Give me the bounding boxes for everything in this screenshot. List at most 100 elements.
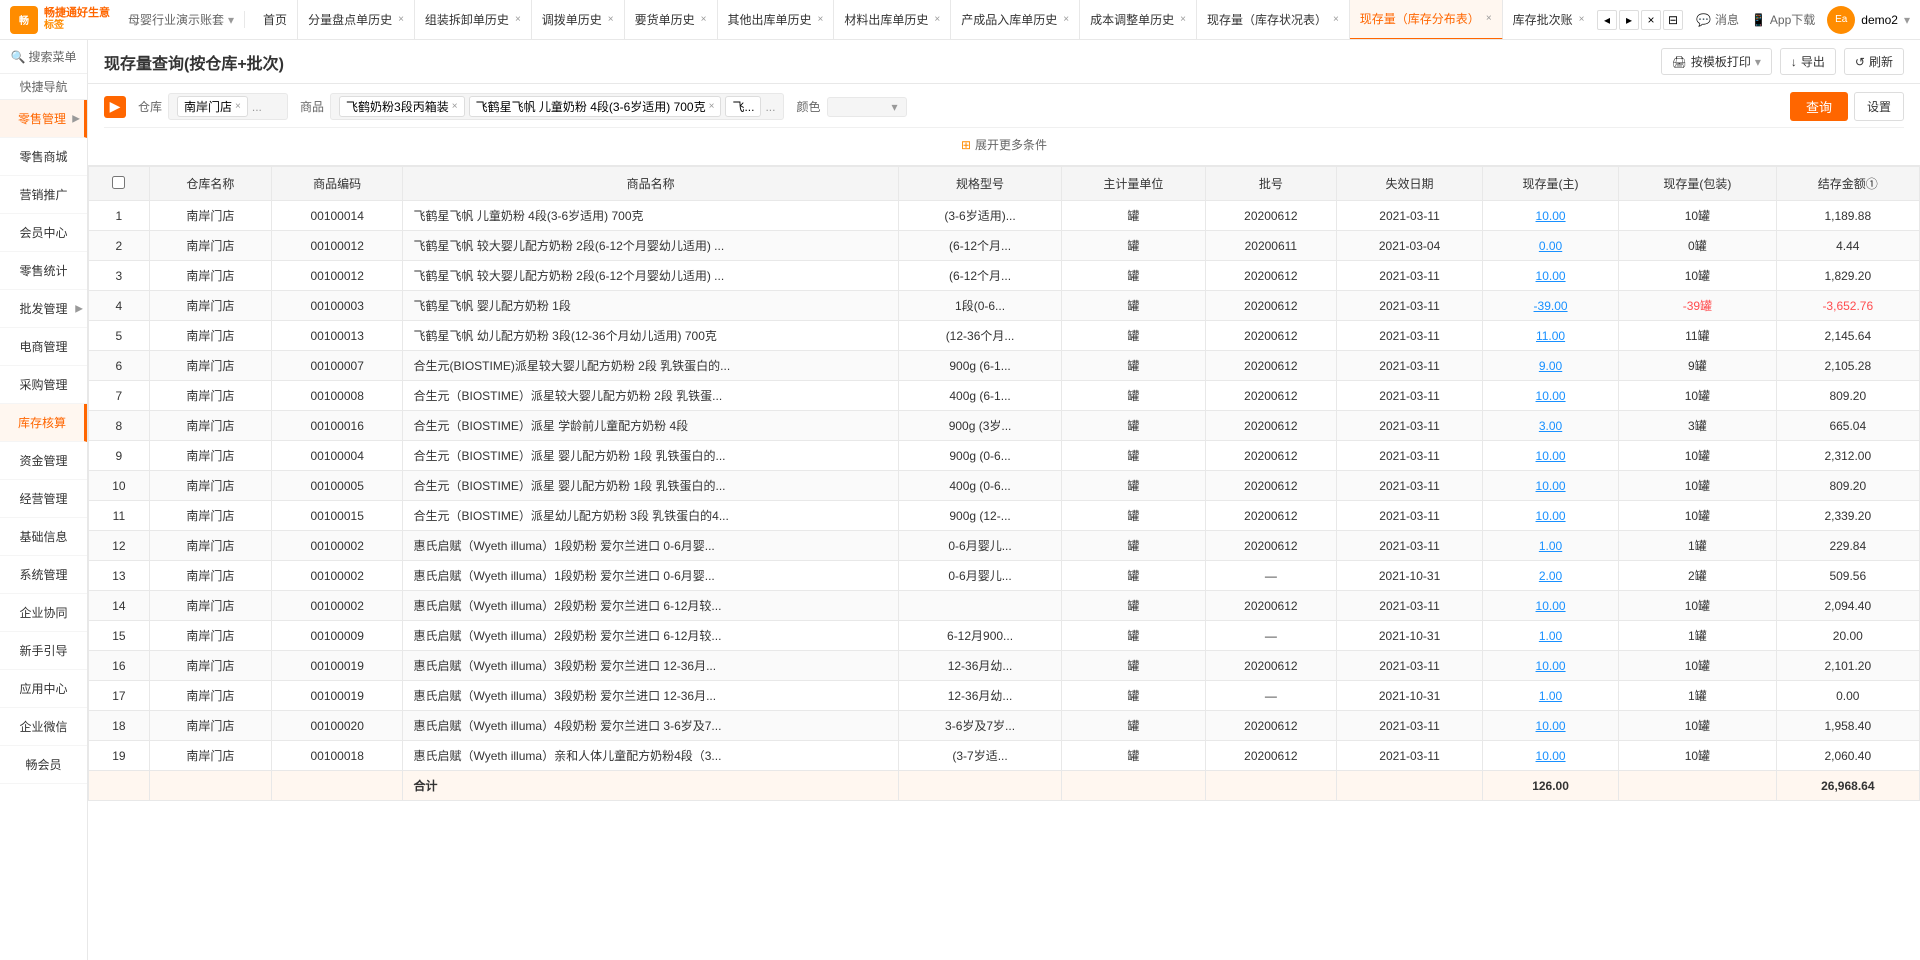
setting-button[interactable]: 设置 (1854, 92, 1904, 121)
cell-qty-main[interactable]: 1.00 (1482, 531, 1618, 561)
cell-qty-main[interactable]: 10.00 (1482, 201, 1618, 231)
cell-qty-main[interactable]: 10.00 (1482, 501, 1618, 531)
cell-qty-main[interactable]: 1.00 (1482, 681, 1618, 711)
warehouse-tag-close[interactable]: × (235, 101, 241, 112)
cell-qty-main[interactable]: 10.00 (1482, 261, 1618, 291)
print-icon: 🖨 (1672, 55, 1687, 69)
sidebar-item-purchase[interactable]: 采购管理 (0, 366, 87, 404)
cell-qty-main[interactable]: 1.00 (1482, 621, 1618, 651)
product-tag-2-close[interactable]: × (709, 101, 715, 112)
sidebar-item-member2[interactable]: 畅会员 (0, 746, 87, 784)
sidebar-search[interactable]: 🔍 搜索菜单 (0, 40, 87, 74)
warehouse-selector[interactable]: 母婴行业演示账套 ▾ (118, 11, 245, 28)
tab-chengpin[interactable]: 产成品入库单历史 × (951, 0, 1080, 39)
cell-spec: 0-6月婴儿... (898, 561, 1061, 591)
tab-close-fenpan[interactable]: × (398, 14, 404, 25)
product-tag-group[interactable]: 飞鹤奶粉3段丙箱装 × 飞鹤星飞帆 儿童奶粉 4段(3-6岁适用) 700克 ×… (330, 93, 784, 120)
sidebar-item-enterprise[interactable]: 企业协同 (0, 594, 87, 632)
cell-qty-main[interactable]: 3.00 (1482, 411, 1618, 441)
tab-yaohuo[interactable]: 要货单历史 × (625, 0, 718, 39)
cell-spec: (6-12个月... (898, 261, 1061, 291)
tab-xiancun1[interactable]: 现存量（库存状况表） × (1197, 0, 1350, 39)
export-btn[interactable]: ↓ 导出 (1780, 48, 1836, 75)
tab-prev-btn[interactable]: ◂ (1597, 10, 1617, 30)
tab-close-xiancun1[interactable]: × (1333, 14, 1339, 25)
tab-close-diaob[interactable]: × (608, 14, 614, 25)
table-row: 7 南岸门店 00100008 合生元（BIOSTIME）派星较大婴儿配方奶粉 … (89, 381, 1920, 411)
tab-pici[interactable]: 库存批次账 × (1503, 0, 1584, 39)
sidebar-item-guide[interactable]: 新手引导 (0, 632, 87, 670)
sidebar-item-wechat[interactable]: 企业微信 (0, 708, 87, 746)
tab-close-cailiao[interactable]: × (934, 14, 940, 25)
cell-no: 4 (89, 291, 150, 321)
cell-qty-main[interactable]: 10.00 (1482, 441, 1618, 471)
warehouse-tag-group[interactable]: 南岸门店 × ... (168, 93, 288, 120)
cell-code: 00100014 (271, 201, 403, 231)
cell-name: 合生元（BIOSTIME）派星 婴儿配方奶粉 1段 乳铁蛋白的... (403, 471, 898, 501)
cell-qty-pkg: 0罐 (1619, 231, 1776, 261)
product-filter-more[interactable]: ... (765, 100, 775, 114)
cell-qty-main[interactable]: 10.00 (1482, 741, 1618, 771)
sidebar-quick-nav[interactable]: 快捷导航 (0, 74, 87, 100)
tab-cailiao[interactable]: 材料出库单历史 × (834, 0, 951, 39)
sidebar-item-inventory[interactable]: 库存核算 (0, 404, 87, 442)
tab-close-chengpin[interactable]: × (1063, 14, 1069, 25)
query-button[interactable]: 查询 (1790, 92, 1848, 121)
sidebar-item-wholesale[interactable]: 批发管理 ▶ (0, 290, 87, 328)
tab-close-qitachu[interactable]: × (818, 14, 824, 25)
sidebar-item-operations[interactable]: 经营管理 (0, 480, 87, 518)
cell-qty-main[interactable]: 10.00 (1482, 651, 1618, 681)
cell-qty-main[interactable]: 10.00 (1482, 591, 1618, 621)
tab-menu-btn[interactable]: ⊟ (1663, 10, 1683, 30)
warehouse-filter-more[interactable]: ... (252, 100, 262, 114)
product-tag-more: 飞... (725, 96, 761, 117)
print-btn[interactable]: 🖨 按模板打印 ▾ (1661, 48, 1772, 75)
cell-qty-pkg: 10罐 (1619, 201, 1776, 231)
cell-qty-main[interactable]: 10.00 (1482, 471, 1618, 501)
tab-close-zuhe[interactable]: × (515, 14, 521, 25)
sidebar-item-member[interactable]: 会员中心 (0, 214, 87, 252)
select-all-checkbox[interactable] (112, 176, 125, 189)
cell-qty-main[interactable]: 9.00 (1482, 351, 1618, 381)
sidebar-item-retail-stats[interactable]: 零售统计 (0, 252, 87, 290)
col-checkbox[interactable] (89, 167, 150, 201)
sidebar-item-retail-mgmt[interactable]: 零售管理 ▶ (0, 100, 87, 138)
tab-diaob[interactable]: 调拨单历史 × (532, 0, 625, 39)
tab-zuhe[interactable]: 组装拆卸单历史 × (415, 0, 532, 39)
sidebar-item-ecommerce[interactable]: 电商管理 (0, 328, 87, 366)
tab-close-pici[interactable]: × (1579, 14, 1584, 25)
sidebar-item-basic-info[interactable]: 基础信息 (0, 518, 87, 556)
user-area[interactable]: Ea demo2 ▾ (1827, 6, 1910, 34)
avatar: Ea (1827, 6, 1855, 34)
cell-qty-main[interactable]: 10.00 (1482, 381, 1618, 411)
tab-chengben[interactable]: 成本调整单历史 × (1080, 0, 1197, 39)
cell-qty-main[interactable]: 11.00 (1482, 321, 1618, 351)
refresh-btn[interactable]: ↺ 刷新 (1844, 48, 1904, 75)
tab-nav-area: ◂ ▸ × ⊟ (1592, 10, 1688, 30)
cell-qty-main[interactable]: 0.00 (1482, 231, 1618, 261)
app-download-btn[interactable]: 📱 App下载 (1751, 11, 1815, 28)
cell-qty-main[interactable]: 10.00 (1482, 711, 1618, 741)
tab-close-yaohuo[interactable]: × (701, 14, 707, 25)
sidebar-item-marketing[interactable]: 营销推广 (0, 176, 87, 214)
tab-next-btn[interactable]: ▸ (1619, 10, 1639, 30)
expand-more-btn[interactable]: ⊞ 展开更多条件 (957, 132, 1051, 157)
tab-qitachu[interactable]: 其他出库单历史 × (718, 0, 835, 39)
tab-xiancun2[interactable]: 现存量（库存分布表） × (1350, 0, 1503, 39)
sidebar-item-system[interactable]: 系统管理 (0, 556, 87, 594)
sidebar-item-retail-mall[interactable]: 零售商城 (0, 138, 87, 176)
sidebar-item-finance[interactable]: 资金管理 (0, 442, 87, 480)
cell-batch: 20200612 (1205, 651, 1337, 681)
sidebar-item-app-center[interactable]: 应用中心 (0, 670, 87, 708)
message-btn[interactable]: 💬 消息 (1696, 11, 1739, 28)
tab-close-chengben[interactable]: × (1180, 14, 1186, 25)
tab-fenpan[interactable]: 分量盘点单历史 × (298, 0, 415, 39)
color-tag-group[interactable]: ▾ (827, 97, 907, 117)
cell-qty-main[interactable]: 2.00 (1482, 561, 1618, 591)
product-tag-1-close[interactable]: × (452, 101, 458, 112)
tab-close-xiancun2[interactable]: × (1486, 13, 1492, 24)
filter-expand-btn[interactable]: ▶ (104, 96, 126, 118)
tab-home[interactable]: 首页 (253, 0, 298, 39)
cell-qty-main[interactable]: -39.00 (1482, 291, 1618, 321)
tab-close-all-btn[interactable]: × (1641, 10, 1661, 30)
